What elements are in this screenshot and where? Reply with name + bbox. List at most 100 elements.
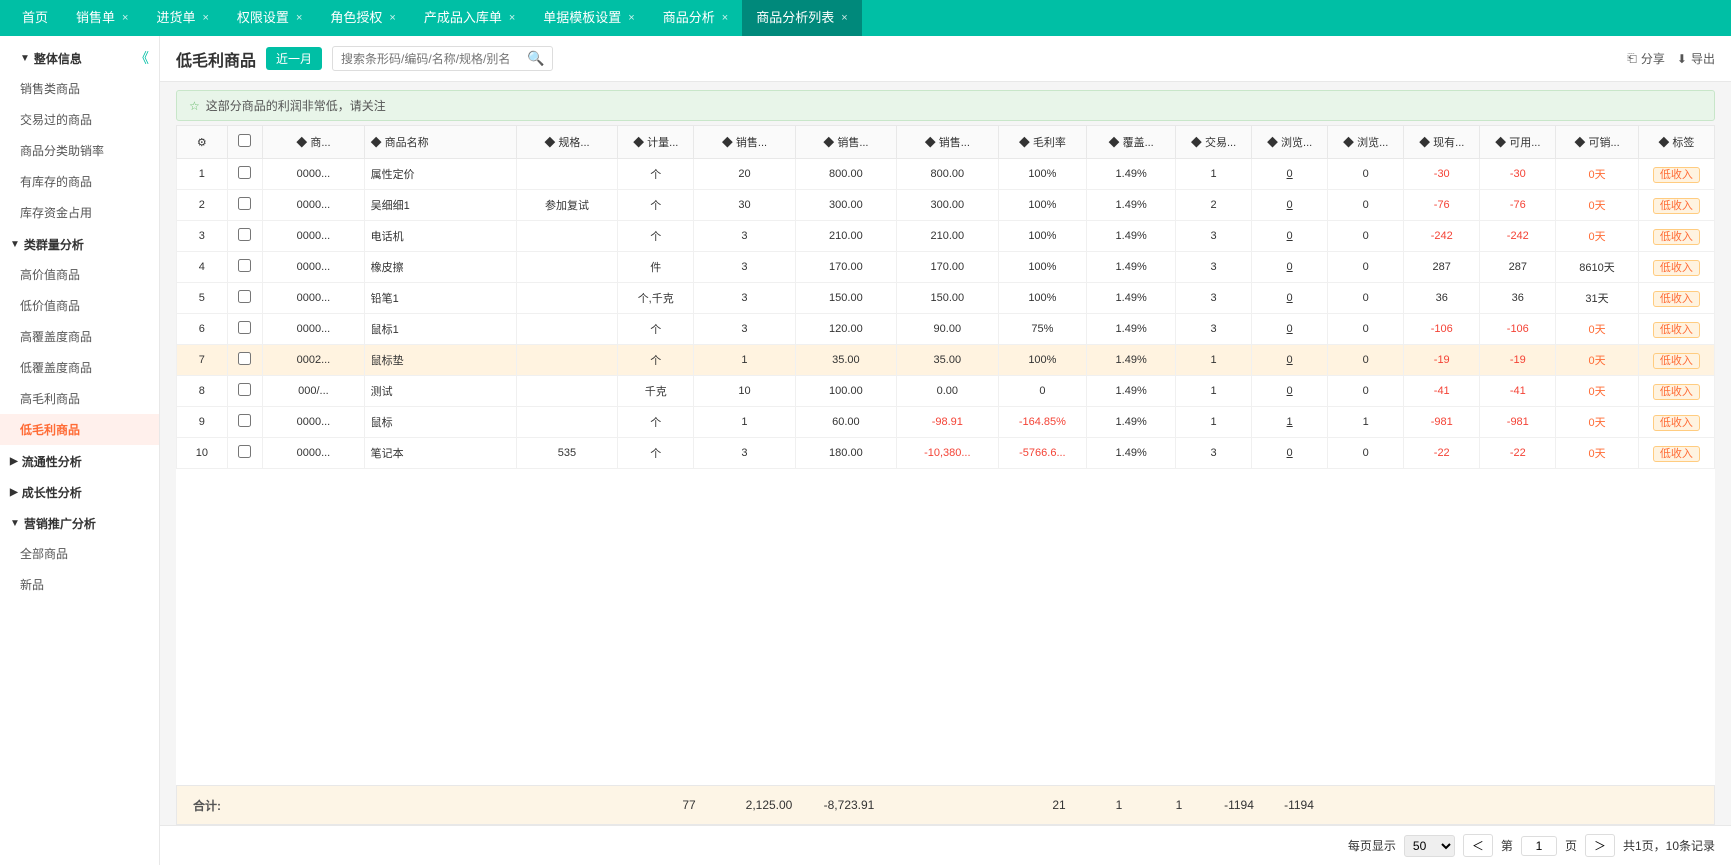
nav-goods-analysis[interactable]: 商品分析 × xyxy=(649,0,742,36)
sidebar-group-marketing[interactable]: ▼ 营销推广分析 xyxy=(0,507,159,538)
nav-close-purchase[interactable]: × xyxy=(202,0,208,36)
sidebar-item-sales-goods[interactable]: 销售类商品 xyxy=(0,73,159,104)
data-table-container[interactable]: ⚙ ◆ 商... ◆ 商品名称 ◆ 规格... ◆ 计量... xyxy=(176,125,1715,785)
nav-goods-analysis-list[interactable]: 商品分析列表 × xyxy=(742,0,861,36)
nav-template[interactable]: 单据模板设置 × xyxy=(529,0,648,36)
row-checkbox[interactable] xyxy=(227,283,263,314)
row-checkbox[interactable] xyxy=(227,345,263,376)
search-input[interactable] xyxy=(341,52,521,66)
th-code[interactable]: ◆ 商... xyxy=(263,126,364,159)
th-spec[interactable]: ◆ 规格... xyxy=(516,126,617,159)
th-unit[interactable]: ◆ 计量... xyxy=(618,126,694,159)
select-all-checkbox[interactable] xyxy=(238,134,251,147)
th-trade[interactable]: ◆ 交易... xyxy=(1176,126,1252,159)
nav-permission[interactable]: 权限设置 × xyxy=(223,0,316,36)
sidebar-item-all-goods[interactable]: 全部商品 xyxy=(0,538,159,569)
row-browse1[interactable]: 0 xyxy=(1252,376,1328,407)
th-sellable-days[interactable]: ◆ 可销... xyxy=(1556,126,1638,159)
row-checkbox[interactable] xyxy=(227,190,263,221)
nav-close-role[interactable]: × xyxy=(389,0,395,36)
row-coverage: 1.49% xyxy=(1087,252,1176,283)
th-checkbox[interactable] xyxy=(227,126,263,159)
th-browse2[interactable]: ◆ 浏览... xyxy=(1328,126,1404,159)
row-checkbox[interactable] xyxy=(227,314,263,345)
filter-period-btn[interactable]: 近一月 xyxy=(266,47,322,70)
row-spec: 参加复试 xyxy=(516,190,617,221)
sidebar-item-low-margin[interactable]: 低毛利商品 xyxy=(0,414,159,445)
th-tag[interactable]: ◆ 标签 xyxy=(1638,126,1714,159)
notice-text: 这部分商品的利润非常低，请关注 xyxy=(206,97,386,114)
nav-product-inbound[interactable]: 产成品入库单 × xyxy=(410,0,529,36)
th-coverage[interactable]: ◆ 覆盖... xyxy=(1087,126,1176,159)
row-available: -19 xyxy=(1480,345,1556,376)
th-settings[interactable]: ⚙ xyxy=(177,126,228,159)
nav-role-auth[interactable]: 角色授权 × xyxy=(316,0,409,36)
page-input[interactable] xyxy=(1521,836,1557,856)
nav-close-permission[interactable]: × xyxy=(296,0,302,36)
page-size-label: 每页显示 xyxy=(1348,837,1396,854)
prev-page-btn[interactable]: ＜ xyxy=(1463,834,1493,857)
row-sales-profit: 170.00 xyxy=(897,252,998,283)
row-checkbox[interactable] xyxy=(227,438,263,469)
sidebar-item-traded-goods[interactable]: 交易过的商品 xyxy=(0,104,159,135)
th-browse1[interactable]: ◆ 浏览... xyxy=(1252,126,1328,159)
sidebar-collapse-btn[interactable]: 《 xyxy=(131,48,153,68)
row-trade: 1 xyxy=(1176,159,1252,190)
sidebar-item-high-margin[interactable]: 高毛利商品 xyxy=(0,383,159,414)
share-btn[interactable]: ⎗ 分享 xyxy=(1627,50,1665,67)
row-browse1[interactable]: 0 xyxy=(1252,438,1328,469)
sidebar-group-overall[interactable]: ▼ 整体信息 xyxy=(10,42,92,73)
nav-purchase-order[interactable]: 进货单 × xyxy=(142,0,222,36)
sidebar-item-low-coverage[interactable]: 低覆盖度商品 xyxy=(0,352,159,383)
row-checkbox[interactable] xyxy=(227,407,263,438)
row-sales-profit: 210.00 xyxy=(897,221,998,252)
row-browse1[interactable]: 0 xyxy=(1252,159,1328,190)
row-sales-qty: 3 xyxy=(694,314,795,345)
nav-close-product[interactable]: × xyxy=(509,0,515,36)
row-browse1[interactable]: 0 xyxy=(1252,190,1328,221)
next-page-btn[interactable]: ＞ xyxy=(1585,834,1615,857)
th-sales-profit[interactable]: ◆ 销售... xyxy=(897,126,998,159)
row-browse1[interactable]: 0 xyxy=(1252,314,1328,345)
row-browse1[interactable]: 0 xyxy=(1252,283,1328,314)
nav-close-goods-analysis[interactable]: × xyxy=(722,0,728,36)
sidebar-item-in-stock[interactable]: 有库存的商品 xyxy=(0,166,159,197)
nav-home[interactable]: 首页 xyxy=(8,0,62,36)
sidebar-group-circulation[interactable]: ▶ 流通性分析 xyxy=(0,445,159,476)
export-btn[interactable]: ⬇ 导出 xyxy=(1677,50,1715,67)
row-sellable-days: 0天 xyxy=(1556,407,1638,438)
th-sales-amt[interactable]: ◆ 销售... xyxy=(795,126,896,159)
page-header: 低毛利商品 近一月 🔍 ⎗ 分享 ⬇ 导出 xyxy=(160,36,1731,82)
nav-close-goods-list[interactable]: × xyxy=(841,0,847,36)
sidebar-group-cluster[interactable]: ▼ 类群量分析 xyxy=(0,228,159,259)
sidebar-group-growth[interactable]: ▶ 成长性分析 xyxy=(0,476,159,507)
th-stock[interactable]: ◆ 现有... xyxy=(1404,126,1480,159)
th-profit-rate[interactable]: ◆ 毛利率 xyxy=(998,126,1087,159)
sidebar-item-capital[interactable]: 库存资金占用 xyxy=(0,197,159,228)
sidebar-item-category-rate[interactable]: 商品分类助销率 xyxy=(0,135,159,166)
row-checkbox[interactable] xyxy=(227,252,263,283)
sidebar-item-high-coverage[interactable]: 高覆盖度商品 xyxy=(0,321,159,352)
sidebar-item-high-value[interactable]: 高价值商品 xyxy=(0,259,159,290)
nav-close-template[interactable]: × xyxy=(628,0,634,36)
sidebar-item-new-goods[interactable]: 新品 xyxy=(0,569,159,600)
row-browse1[interactable]: 1 xyxy=(1252,407,1328,438)
nav-sales-order[interactable]: 销售单 × xyxy=(62,0,142,36)
row-browse1[interactable]: 0 xyxy=(1252,252,1328,283)
page-size-select[interactable]: 50 100 200 xyxy=(1404,835,1455,857)
sidebar: ▼ 整体信息 《 销售类商品 交易过的商品 商品分类助销率 有库存的商品 库存资… xyxy=(0,36,160,865)
row-checkbox[interactable] xyxy=(227,159,263,190)
row-browse1[interactable]: 0 xyxy=(1252,345,1328,376)
row-browse1[interactable]: 0 xyxy=(1252,221,1328,252)
search-box: 🔍 xyxy=(332,46,553,71)
th-name[interactable]: ◆ 商品名称 xyxy=(364,126,516,159)
row-checkbox[interactable] xyxy=(227,376,263,407)
sidebar-item-low-value[interactable]: 低价值商品 xyxy=(0,290,159,321)
th-sales-qty[interactable]: ◆ 销售... xyxy=(694,126,795,159)
row-sales-qty: 20 xyxy=(694,159,795,190)
search-icon[interactable]: 🔍 xyxy=(527,50,544,67)
th-available[interactable]: ◆ 可用... xyxy=(1480,126,1556,159)
nav-close-sales[interactable]: × xyxy=(122,0,128,36)
row-sales-qty: 3 xyxy=(694,438,795,469)
row-checkbox[interactable] xyxy=(227,221,263,252)
